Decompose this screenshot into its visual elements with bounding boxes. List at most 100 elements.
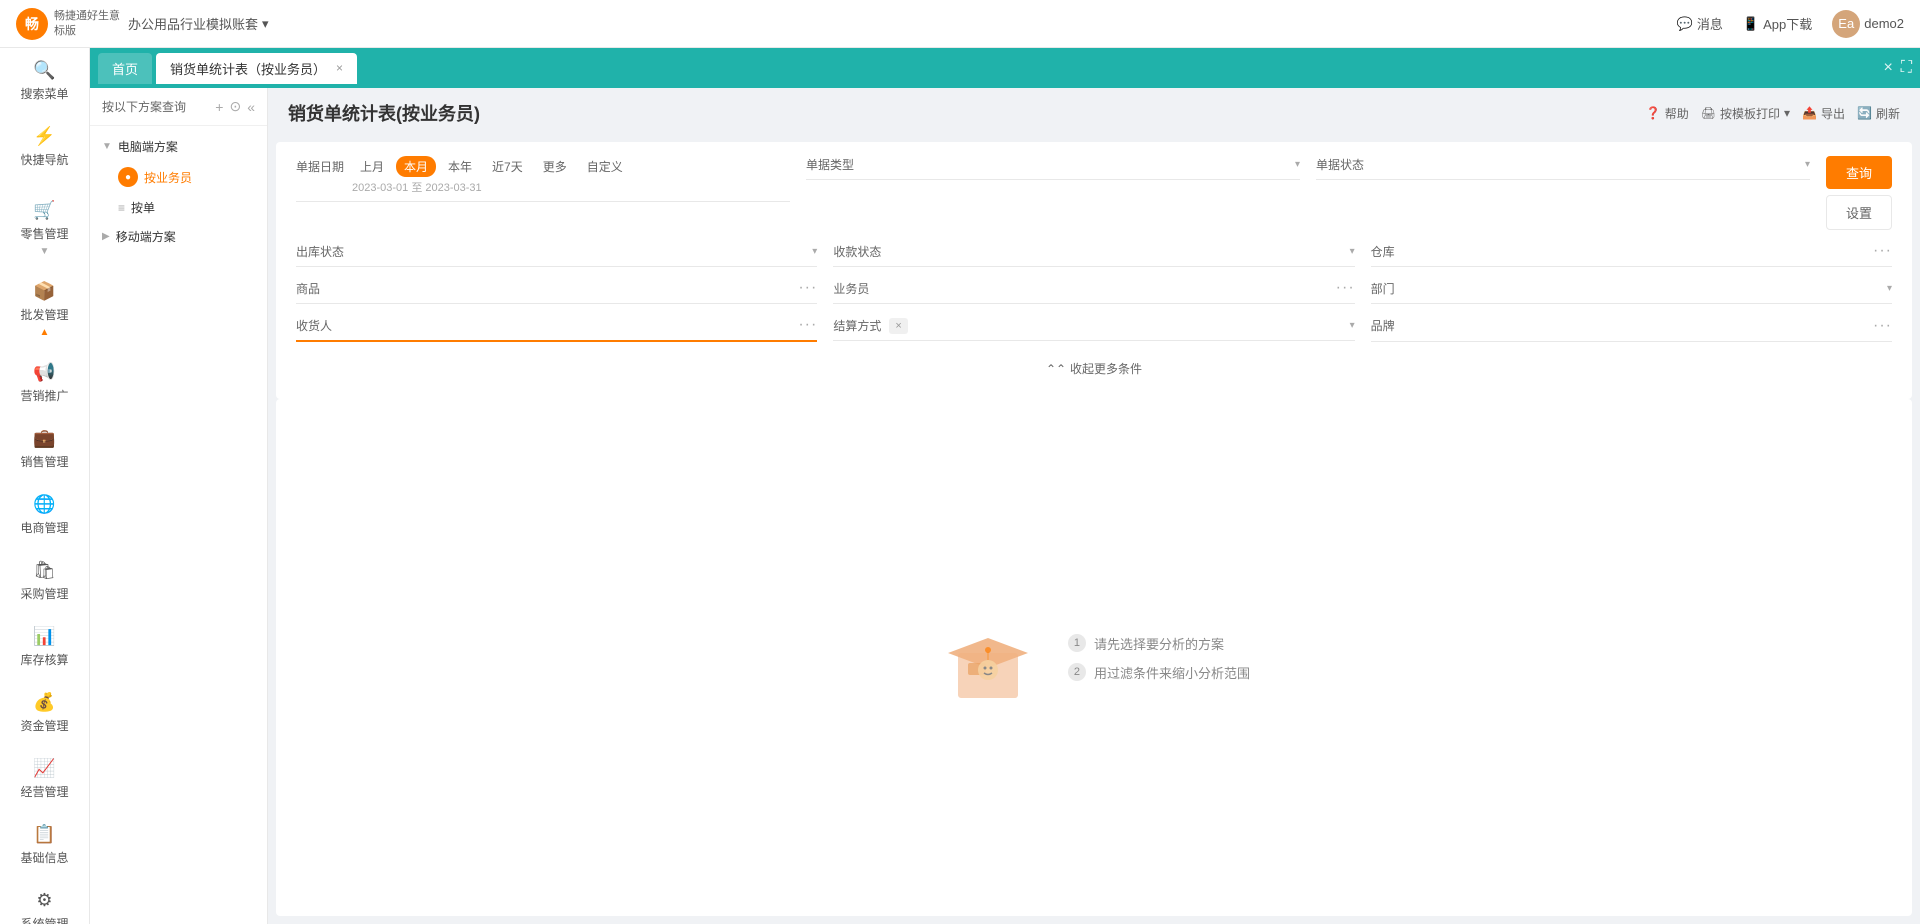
tree-sub-item-sales-rep[interactable]: ● 按业务员 — [90, 161, 267, 193]
filter-row-2: 出库状态 ▾ 收款状态 ▾ 仓库 — [296, 242, 1892, 267]
sidebar-item-system[interactable]: ⚙ 系统管理 — [0, 878, 89, 924]
payment-label: 收款状态 — [833, 243, 885, 260]
filter-doctype-field[interactable]: 单据类型 ▾ — [806, 156, 1300, 180]
left-panel-actions: + ⊙ « — [215, 98, 255, 115]
filter-consignee-field[interactable]: 收货人 ··· — [296, 316, 817, 342]
sidebar-item-search[interactable]: 🔍 搜索菜单 — [0, 48, 89, 114]
collapse-btn[interactable]: ⌃⌃ 收起更多条件 — [296, 352, 1892, 385]
tab-home[interactable]: 首页 — [98, 53, 152, 84]
empty-tip-2: 2 用过滤条件来缩小分析范围 — [1068, 663, 1250, 682]
retail-icon: 🛒 — [33, 200, 55, 221]
filter-paymethod-field[interactable]: 结算方式 × ▾ — [833, 317, 1354, 341]
stock-chevron-icon: ▾ — [812, 246, 817, 257]
settings-scheme-btn[interactable]: ⊙ — [229, 98, 241, 115]
logo-icon: 畅 — [16, 8, 48, 40]
filter-dept-field[interactable]: 部门 ▾ — [1371, 280, 1892, 304]
help-btn[interactable]: ❓ 帮助 — [1646, 105, 1689, 122]
filter-docstatus-field[interactable]: 单据状态 ▾ — [1316, 156, 1810, 180]
marketing-icon: 📢 — [33, 362, 55, 383]
sidebar-item-basic[interactable]: 📋 基础信息 — [0, 812, 89, 878]
left-panel-title: 按以下方案查询 — [102, 98, 186, 115]
main-content: 1 请先选择要分析的方案 2 用过滤条件来缩小分析范围 — [276, 399, 1912, 916]
warehouse-label: 仓库 — [1371, 243, 1423, 260]
ecommerce-icon: 🌐 — [33, 494, 55, 515]
tip-num-2: 2 — [1068, 663, 1086, 681]
date-last-month-btn[interactable]: 上月 — [352, 156, 392, 177]
action-column: 查询 设置 — [1826, 156, 1892, 230]
collapse-panel-btn[interactable]: « — [247, 99, 255, 115]
content-area: 首页 销货单统计表（按业务员） × × ⛶ 按以下方案查询 — [90, 48, 1920, 924]
print-btn[interactable]: 🖨 按模板打印 ▾ — [1701, 105, 1790, 122]
tab-active[interactable]: 销货单统计表（按业务员） × — [156, 53, 357, 84]
date-this-month-btn[interactable]: 本月 — [396, 156, 436, 177]
filter-row-3: 商品 ··· 业务员 ··· 部门 — [296, 279, 1892, 304]
filter-goods-field[interactable]: 商品 ··· — [296, 279, 817, 304]
tab-active-label: 销货单统计表（按业务员） — [170, 59, 326, 78]
tab-maximize-btn[interactable]: ⛶ — [1901, 59, 1912, 77]
sidebar-item-purchase[interactable]: 🛍 采购管理 — [0, 548, 89, 614]
consignee-label: 收货人 — [296, 317, 348, 334]
docstatus-label: 单据状态 — [1316, 156, 1368, 173]
main-layout: 🔍 搜索菜单 ⚡ 快捷导航 🛒 零售管理 ▼ 📦 批发管理 ▲ 📢 营销推广 — [0, 48, 1920, 924]
sidebar-item-finance[interactable]: 💰 资金管理 — [0, 680, 89, 746]
sidebar-item-shortcut[interactable]: ⚡ 快捷导航 — [0, 114, 89, 180]
operation-icon: 📈 — [33, 758, 55, 779]
avatar: Ea — [1832, 10, 1860, 38]
filter-brand-field[interactable]: 品牌 ··· — [1371, 317, 1892, 342]
export-btn[interactable]: 📤 导出 — [1802, 105, 1845, 122]
tab-minimize-btn[interactable]: × — [1883, 59, 1892, 77]
empty-tip-1: 1 请先选择要分析的方案 — [1068, 634, 1250, 653]
doctype-label: 单据类型 — [806, 156, 858, 173]
paymethod-tag-close[interactable]: × — [895, 320, 901, 332]
system-icon: ⚙ — [36, 890, 52, 911]
sales-icon: 💼 — [33, 428, 55, 449]
help-icon: ❓ — [1646, 106, 1661, 120]
dept-chevron-icon: ▾ — [1887, 283, 1892, 294]
date-more-btn[interactable]: 更多 — [535, 156, 575, 177]
sidebar-item-ecommerce[interactable]: 🌐 电商管理 — [0, 482, 89, 548]
sidebar-item-retail[interactable]: 🛒 零售管理 ▼ — [0, 188, 89, 269]
sidebar-item-inventory[interactable]: 📊 库存核算 — [0, 614, 89, 680]
sidebar-item-marketing[interactable]: 📢 营销推广 — [0, 350, 89, 416]
message-btn[interactable]: 💬 消息 — [1677, 14, 1723, 33]
date-custom-btn[interactable]: 自定义 — [579, 156, 631, 177]
filter-stock-field[interactable]: 出库状态 ▾ — [296, 243, 817, 267]
empty-state: 1 请先选择要分析的方案 2 用过滤条件来缩小分析范围 — [276, 548, 1912, 768]
docstatus-chevron-icon: ▾ — [1805, 159, 1810, 170]
user-avatar-btn[interactable]: Ea demo2 — [1832, 10, 1904, 38]
sidebar-item-operation[interactable]: 📈 经营管理 — [0, 746, 89, 812]
tree-section: ▼ 电脑端方案 ● 按业务员 ≡ 按单 — [90, 126, 267, 257]
tree-sub-item-order[interactable]: ≡ 按单 — [90, 193, 267, 222]
brand-dots-icon: ··· — [1873, 317, 1892, 335]
sidebar-item-wholesale[interactable]: 📦 批发管理 ▲ — [0, 269, 89, 350]
date-last7-btn[interactable]: 近7天 — [484, 156, 531, 177]
date-this-year-btn[interactable]: 本年 — [440, 156, 480, 177]
tree-item-pc[interactable]: ▼ 电脑端方案 — [90, 132, 267, 161]
query-button[interactable]: 查询 — [1826, 156, 1892, 189]
tree-order-label: 按单 — [131, 199, 155, 216]
tree-pc-label: 电脑端方案 — [118, 138, 178, 155]
tab-close-icon[interactable]: × — [336, 61, 343, 75]
top-bar: 畅 畅捷通好生意 标版 办公用品行业模拟账套 ▾ 💬 消息 📱 App下载 Ea — [0, 0, 1920, 48]
filter-payment-field[interactable]: 收款状态 ▾ — [833, 243, 1354, 267]
page-title: 销货单统计表(按业务员) — [288, 100, 480, 126]
export-icon: 📤 — [1802, 106, 1817, 120]
filter-row-4: 收货人 ··· 结算方式 × ▾ — [296, 316, 1892, 342]
app-name[interactable]: 办公用品行业模拟账套 ▾ — [120, 14, 1677, 33]
page-actions: ❓ 帮助 🖨 按模板打印 ▾ 📤 导出 — [1646, 105, 1900, 122]
sidebar-item-sales[interactable]: 💼 销售管理 — [0, 416, 89, 482]
sidebar: 🔍 搜索菜单 ⚡ 快捷导航 🛒 零售管理 ▼ 📦 批发管理 ▲ 📢 营销推广 — [0, 48, 90, 924]
tab-home-label: 首页 — [112, 59, 138, 78]
brand-label: 品牌 — [1371, 317, 1423, 334]
tree-item-mobile[interactable]: ▶ 移动端方案 — [90, 222, 267, 251]
finance-icon: 💰 — [33, 692, 55, 713]
refresh-btn[interactable]: 🔄 刷新 — [1857, 105, 1900, 122]
add-scheme-btn[interactable]: + — [215, 99, 223, 115]
settings-button[interactable]: 设置 — [1826, 195, 1892, 230]
salesrep-label: 业务员 — [833, 280, 885, 297]
filter-warehouse-field[interactable]: 仓库 ··· — [1371, 242, 1892, 267]
collapse-up-icon: ⌃⌃ — [1046, 362, 1066, 376]
filter-salesrep-field[interactable]: 业务员 ··· — [833, 279, 1354, 304]
app-download-btn[interactable]: 📱 App下载 — [1743, 14, 1812, 33]
goods-label: 商品 — [296, 280, 348, 297]
